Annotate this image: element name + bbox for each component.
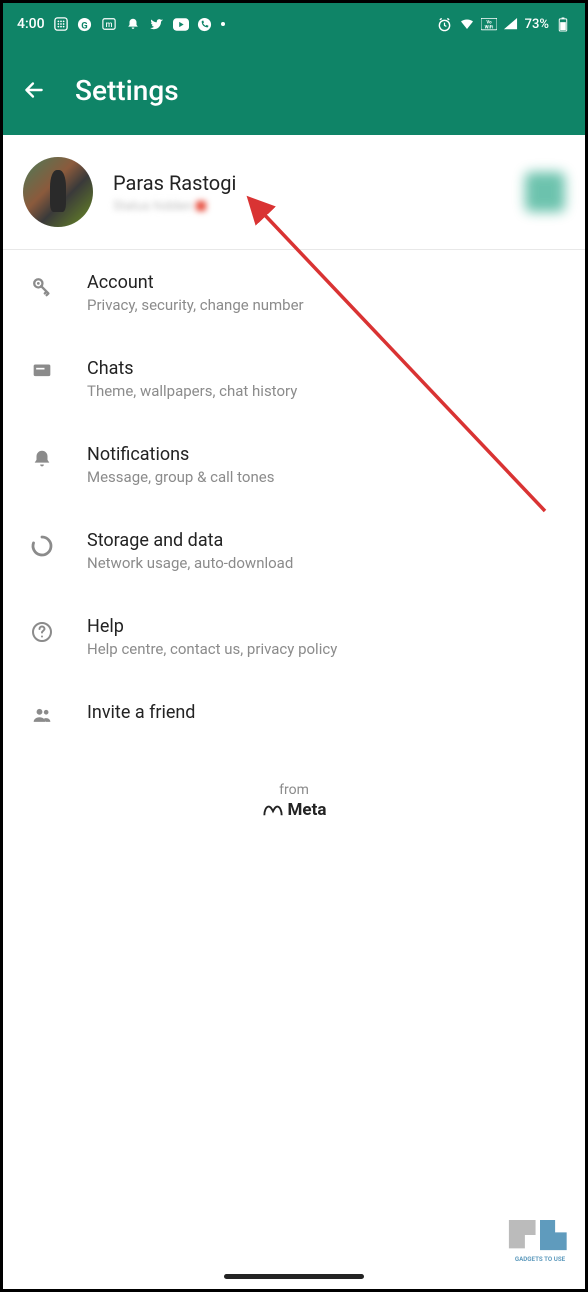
profile-name: Paras Rastogi <box>113 171 505 195</box>
setting-subtitle: Privacy, security, change number <box>87 296 559 314</box>
setting-title: Chats <box>87 358 559 379</box>
svg-text:m: m <box>105 20 112 29</box>
app-bar: Settings <box>3 45 585 135</box>
android-nav-pill[interactable] <box>224 1274 364 1279</box>
twitter-icon <box>149 16 165 32</box>
meta-footer: from Meta <box>3 782 585 822</box>
setting-title: Invite a friend <box>87 702 559 723</box>
svg-text:GADGETS TO USE: GADGETS TO USE <box>515 1255 566 1263</box>
meta-brand: Meta <box>262 800 327 820</box>
g-circle-icon: G <box>77 16 93 32</box>
back-button[interactable] <box>21 77 47 103</box>
help-icon <box>30 620 54 648</box>
m-box-icon: m <box>101 16 117 32</box>
page-title: Settings <box>75 74 179 107</box>
setting-title: Storage and data <box>87 530 559 551</box>
setting-title: Notifications <box>87 444 559 465</box>
battery-icon <box>555 16 571 32</box>
setting-storage[interactable]: Storage and data Network usage, auto-dow… <box>3 508 585 594</box>
footer-from-label: from <box>3 782 585 798</box>
setting-subtitle: Help centre, contact us, privacy policy <box>87 640 559 658</box>
phone-circle-icon <box>197 16 213 32</box>
wifi-icon <box>459 16 475 32</box>
setting-subtitle: Theme, wallpapers, chat history <box>87 382 559 400</box>
setting-subtitle: Network usage, auto-download <box>87 554 559 572</box>
watermark-logo: GADGETS TO USE <box>500 1212 580 1271</box>
setting-subtitle: Message, group & call tones <box>87 468 559 486</box>
profile-avatar <box>23 157 93 227</box>
svg-text:WiFi: WiFi <box>484 24 493 30</box>
more-indicator-dot <box>221 22 225 26</box>
setting-invite[interactable]: Invite a friend <box>3 680 585 752</box>
qr-code-icon[interactable] <box>525 172 565 212</box>
grid-icon <box>53 16 69 32</box>
vowifi-icon: VoWiFi <box>481 16 497 32</box>
status-emoji-icon <box>196 201 206 211</box>
bell-outline-icon <box>125 16 141 32</box>
android-status-bar: 4:00 G m VoWiFi <box>3 3 585 45</box>
profile-status-text: Status hidden <box>113 199 505 214</box>
chat-icon <box>30 362 54 386</box>
setting-account[interactable]: Account Privacy, security, change number <box>3 250 585 336</box>
setting-chats[interactable]: Chats Theme, wallpapers, chat history <box>3 336 585 422</box>
svg-text:G: G <box>81 20 87 31</box>
status-time: 4:00 <box>17 16 45 32</box>
key-icon <box>31 276 53 302</box>
setting-title: Account <box>87 272 559 293</box>
setting-notifications[interactable]: Notifications Message, group & call tone… <box>3 422 585 508</box>
youtube-icon <box>173 16 189 32</box>
signal-icon <box>503 16 519 32</box>
setting-title: Help <box>87 616 559 637</box>
profile-row[interactable]: Paras Rastogi Status hidden <box>3 135 585 250</box>
people-icon <box>29 706 55 730</box>
setting-help[interactable]: Help Help centre, contact us, privacy po… <box>3 594 585 680</box>
data-usage-icon <box>30 534 54 562</box>
battery-percent: 73% <box>525 17 549 32</box>
settings-list: Account Privacy, security, change number… <box>3 250 585 752</box>
bell-icon <box>31 448 53 474</box>
alarm-icon <box>437 16 453 32</box>
